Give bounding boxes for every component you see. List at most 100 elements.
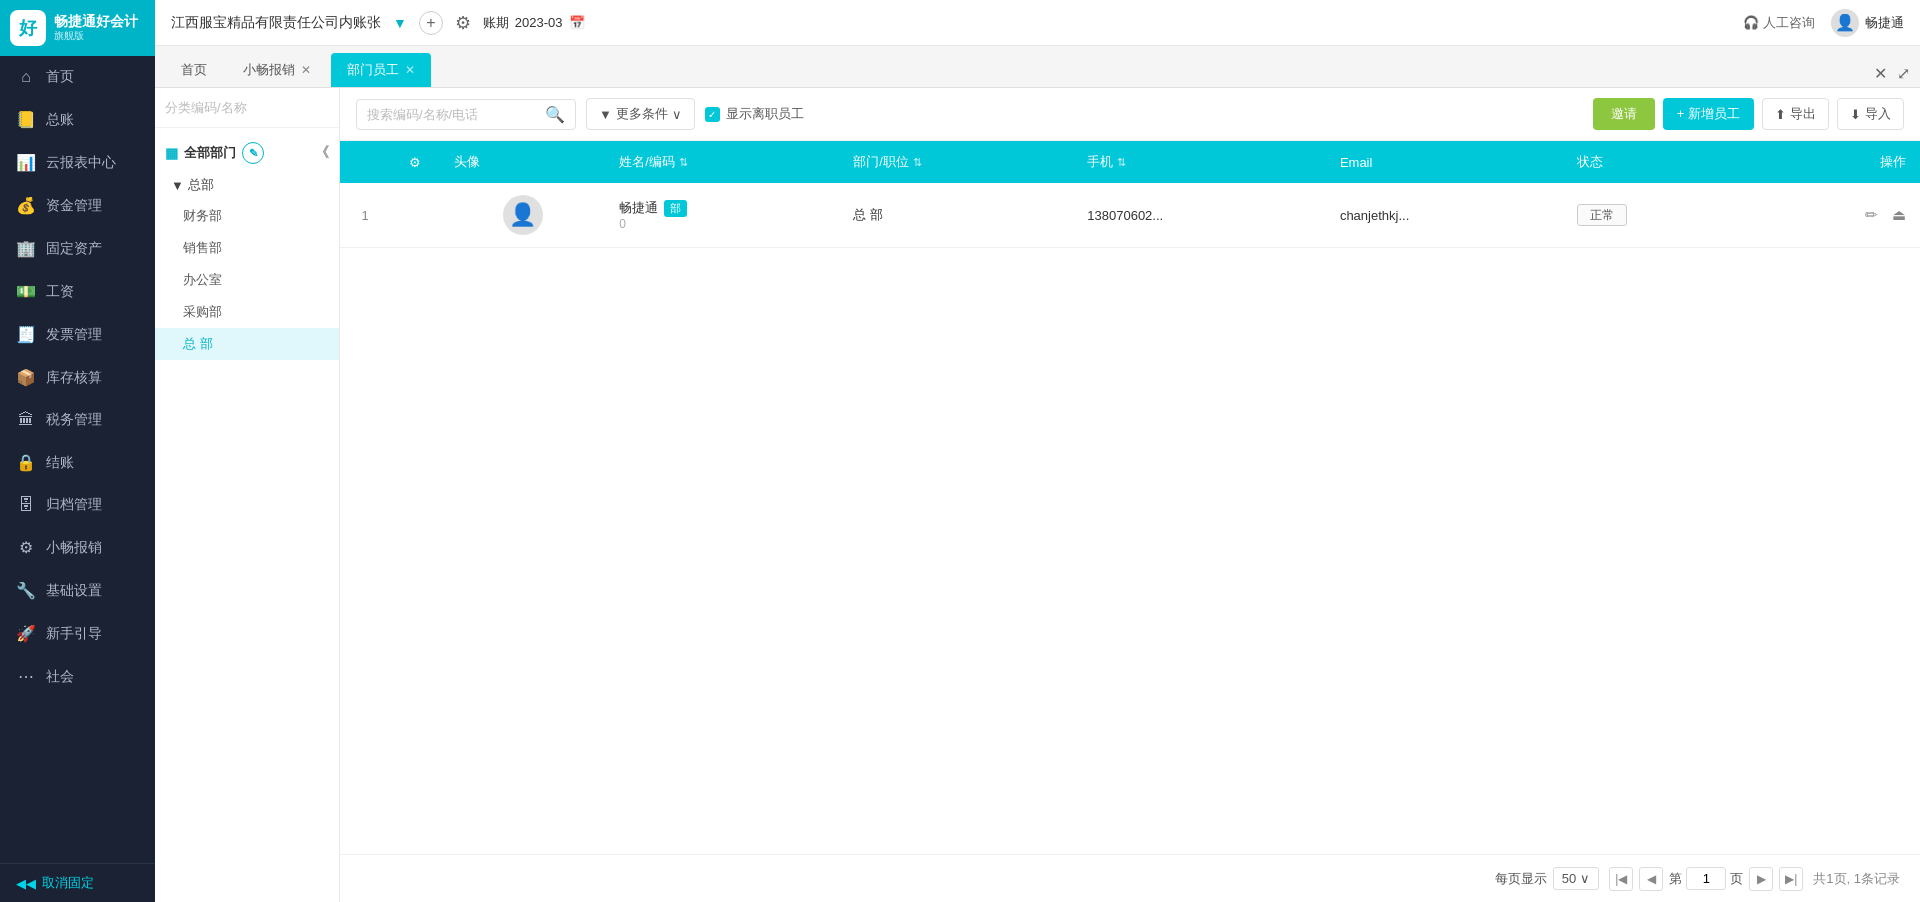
col-dept[interactable]: 部门/职位 ⇅ [839, 141, 1073, 183]
edit-icon[interactable]: ✏ [1865, 206, 1878, 224]
unpin-label: 取消固定 [42, 874, 94, 892]
tab-expense-close-icon[interactable]: ✕ [301, 63, 311, 77]
page-last-button[interactable]: ▶| [1779, 867, 1803, 891]
dept-search-input[interactable] [165, 100, 333, 115]
search-icon[interactable]: 🔍 [545, 105, 565, 124]
ledger-icon: 📒 [16, 110, 36, 129]
col-settings[interactable]: ⚙ [390, 141, 440, 183]
page-number-input[interactable] [1686, 867, 1726, 890]
avatar: 👤 [503, 195, 543, 235]
col-action: 操作 [1752, 141, 1920, 183]
sidebar-item-invoice[interactable]: 🧾 发票管理 [0, 313, 155, 356]
collapse-dept-icon[interactable]: 《 [315, 144, 329, 162]
tab-employees-close-icon[interactable]: ✕ [405, 63, 415, 77]
page-size-chevron: ∨ [1580, 871, 1590, 886]
employee-name: 畅捷通 [619, 199, 658, 217]
sidebar-item-label: 基础设置 [46, 582, 102, 600]
sidebar-item-label: 发票管理 [46, 326, 102, 344]
dept-badge: 部 [664, 200, 687, 217]
more-filters-button[interactable]: ▼ 更多条件 ∨ [586, 98, 695, 130]
show-resigned-toggle[interactable]: ✓ 显示离职员工 [705, 105, 804, 123]
employee-panel: 🔍 ▼ 更多条件 ∨ ✓ 显示离职员工 邀请 + 新增员工 ⬆ 导出 [340, 88, 1920, 902]
col-name[interactable]: 姓名/编码 ⇅ [605, 141, 839, 183]
invite-button[interactable]: 邀请 [1593, 98, 1655, 130]
cell-email: chanjethkj... [1326, 183, 1563, 248]
total-info: 共1页, 1条记录 [1813, 870, 1900, 888]
col-dept-label: 部门/职位 [853, 154, 909, 169]
sidebar-item-label: 工资 [46, 283, 74, 301]
expense-icon: ⚙ [16, 538, 36, 557]
sidebar-item-salary[interactable]: 💵 工资 [0, 270, 155, 313]
expand-icon: ▼ [171, 178, 184, 193]
cell-dept: 总 部 [839, 183, 1073, 248]
tab-home-label: 首页 [181, 61, 207, 79]
pagination-bar: 每页显示 50 ∨ |◀ ◀ 第 页 ▶ ▶| [340, 854, 1920, 902]
sidebar-item-inventory[interactable]: 📦 库存核算 [0, 356, 155, 399]
toolbar-right: 邀请 + 新增员工 ⬆ 导出 ⬇ 导入 [1593, 98, 1904, 130]
cell-avatar: 👤 [440, 183, 605, 248]
sidebar-item-archive[interactable]: 🗄 归档管理 [0, 484, 155, 526]
dept-panel: 🔍 ▦ 全部部门 ✎ 《 ▼ 总部 财务部 销售部 办公室 采购 [155, 88, 340, 902]
sidebar-item-ledger[interactable]: 📒 总账 [0, 98, 155, 141]
close-tab-button[interactable]: ✕ [1874, 64, 1887, 83]
sidebar-item-label: 结账 [46, 454, 74, 472]
page-size-value: 50 [1562, 871, 1576, 886]
sidebar-item-fixed-assets[interactable]: 🏢 固定资产 [0, 227, 155, 270]
unpin-sidebar[interactable]: ◀◀ 取消固定 [0, 863, 155, 902]
page-size-selector: 每页显示 50 ∨ [1495, 867, 1599, 890]
logo-sub: 旗舰版 [54, 29, 138, 43]
sidebar-item-reports[interactable]: 📊 云报表中心 [0, 141, 155, 184]
add-employee-button[interactable]: + 新增员工 [1663, 98, 1754, 130]
dept-item-sales[interactable]: 销售部 [155, 232, 339, 264]
tab-employees[interactable]: 部门员工 ✕ [331, 53, 431, 87]
settings-icon: 🔧 [16, 581, 36, 600]
dept-item-purchase[interactable]: 采购部 [155, 296, 339, 328]
expand-tab-button[interactable]: ⤢ [1897, 64, 1910, 83]
edit-dept-button[interactable]: ✎ [242, 142, 264, 164]
sidebar-item-more[interactable]: ⋯ 社会 [0, 655, 155, 698]
page-next-button[interactable]: ▶ [1749, 867, 1773, 891]
add-company-button[interactable]: + [419, 11, 443, 35]
export-button[interactable]: ⬆ 导出 [1762, 98, 1829, 130]
dept-item-finance[interactable]: 财务部 [155, 200, 339, 232]
sidebar-item-tax[interactable]: 🏛 税务管理 [0, 399, 155, 441]
dept-item-office[interactable]: 办公室 [155, 264, 339, 296]
inventory-icon: 📦 [16, 368, 36, 387]
all-dept-header[interactable]: ▦ 全部部门 ✎ 《 [155, 136, 339, 170]
resigned-checkbox[interactable]: ✓ [705, 107, 720, 122]
sidebar-item-label: 社会 [46, 668, 74, 686]
sidebar-item-label: 新手引导 [46, 625, 102, 643]
page-prefix-label: 第 [1669, 870, 1682, 888]
sidebar-item-home[interactable]: ⌂ 首页 [0, 56, 155, 98]
sidebar-item-onboarding[interactable]: 🚀 新手引导 [0, 612, 155, 655]
sidebar-item-assets-finance[interactable]: 💰 资金管理 [0, 184, 155, 227]
home-icon: ⌂ [16, 68, 36, 86]
col-phone[interactable]: 手机 ⇅ [1073, 141, 1326, 183]
sidebar-item-expense[interactable]: ⚙ 小畅报销 [0, 526, 155, 569]
company-dropdown-icon[interactable]: ▼ [393, 15, 407, 31]
dept-tree: ▦ 全部部门 ✎ 《 ▼ 总部 财务部 销售部 办公室 采购部 总 部 [155, 128, 339, 902]
tab-expense[interactable]: 小畅报销 ✕ [227, 53, 327, 87]
name-sort-icon: ⇅ [679, 156, 688, 168]
col-seq [340, 141, 390, 183]
settings-gear-icon[interactable]: ⚙ [455, 12, 471, 34]
export-label: 导出 [1790, 105, 1816, 123]
page-input: 第 页 [1669, 867, 1743, 890]
sidebar-item-closing[interactable]: 🔒 结账 [0, 441, 155, 484]
dept-item-general[interactable]: 总 部 [155, 328, 339, 360]
sidebar-item-label: 库存核算 [46, 369, 102, 387]
support-button[interactable]: 🎧 人工咨询 [1743, 14, 1815, 32]
invoice-icon: 🧾 [16, 325, 36, 344]
period-text-label: 账期 [483, 14, 509, 32]
page-first-button[interactable]: |◀ [1609, 867, 1633, 891]
sidebar-item-basic-settings[interactable]: 🔧 基础设置 [0, 569, 155, 612]
page-prev-button[interactable]: ◀ [1639, 867, 1663, 891]
tab-home[interactable]: 首页 [165, 53, 223, 87]
sidebar-logo: 好 畅捷通好会计 旗舰版 [0, 0, 155, 56]
page-size-box[interactable]: 50 ∨ [1553, 867, 1599, 890]
logout-icon[interactable]: ⏏ [1892, 206, 1906, 224]
export-icon: ⬆ [1775, 107, 1786, 122]
import-button[interactable]: ⬇ 导入 [1837, 98, 1904, 130]
employee-search-input[interactable] [367, 107, 539, 122]
user-menu[interactable]: 👤 畅捷通 [1831, 9, 1904, 37]
